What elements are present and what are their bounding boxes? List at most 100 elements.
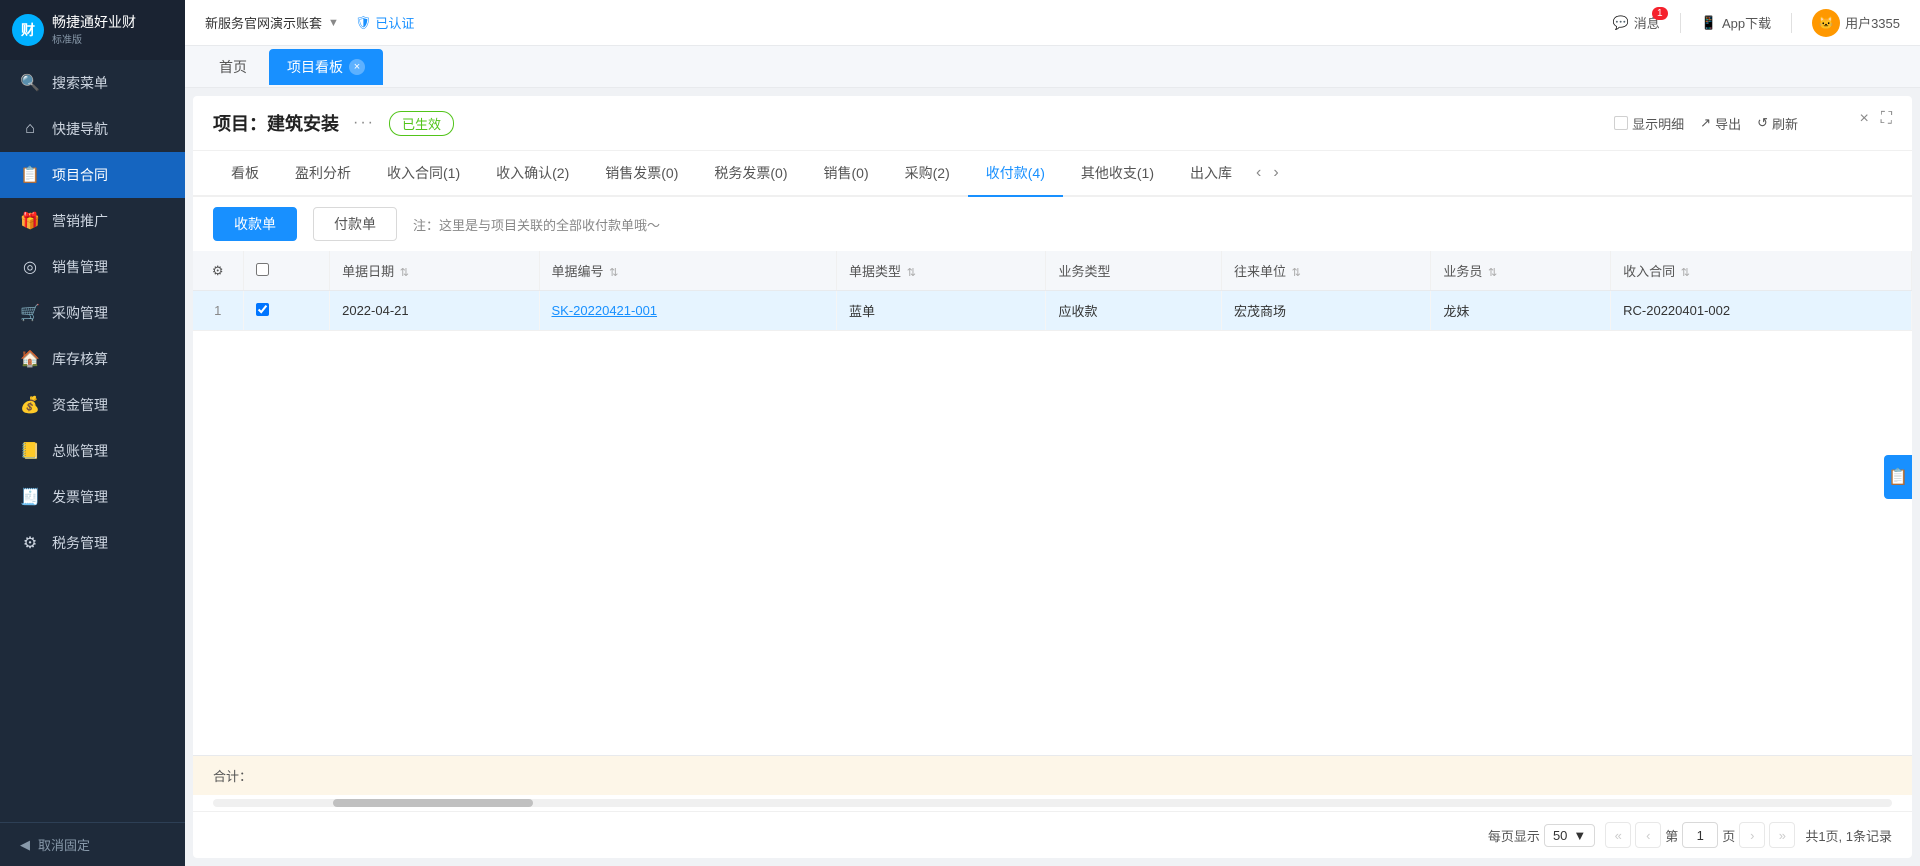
- sidebar-item-invoice-label: 发票管理: [52, 487, 108, 507]
- sub-nav-inout-label: 出入库: [1190, 165, 1232, 181]
- settings-icon[interactable]: ⚙: [212, 263, 224, 278]
- sidebar-item-quicknav[interactable]: ⌂ 快捷导航: [0, 106, 185, 152]
- sidebar-unpin[interactable]: ◀ 取消固定: [0, 822, 185, 866]
- account-selector[interactable]: 新服务官网演示账套 ▼: [205, 13, 339, 32]
- pagination: 每页显示 50 ▼ « ‹ 第 页 › » 共1页, 1条记录: [193, 811, 1912, 858]
- sub-nav-sales[interactable]: 销售(0): [806, 151, 887, 197]
- sidebar-item-invoice[interactable]: 🧾 发票管理: [0, 474, 185, 520]
- prev-page-btn[interactable]: ‹: [1635, 822, 1661, 848]
- sidebar-item-inventory[interactable]: 🏠 库存核算: [0, 336, 185, 382]
- sub-nav-income-contract[interactable]: 收入合同(1): [369, 151, 478, 197]
- payment-tab[interactable]: 付款单: [313, 207, 397, 241]
- sub-nav-inout[interactable]: 出入库: [1172, 151, 1250, 197]
- last-page-btn[interactable]: »: [1769, 822, 1795, 848]
- checkbox-box[interactable]: [1614, 116, 1628, 130]
- td-number[interactable]: SK-20220421-001: [539, 291, 837, 331]
- sort-number-icon[interactable]: ⇅: [609, 267, 618, 279]
- sub-tabs: 收款单 付款单 注：这里是与项目关联的全部收付款单哦～: [193, 197, 1912, 251]
- sub-nav-income-confirm[interactable]: 收入确认(2): [478, 151, 587, 197]
- horizontal-scrollbar-row: [193, 795, 1912, 811]
- sales-icon: ◎: [20, 257, 40, 277]
- th-partner: 往来单位 ⇅: [1221, 251, 1430, 291]
- nav-arrow-left[interactable]: ‹: [1250, 156, 1267, 190]
- sidebar-item-sales[interactable]: ◎ 销售管理: [0, 244, 185, 290]
- receipt-tab[interactable]: 收款单: [213, 207, 297, 241]
- maximize-window-btn[interactable]: ⛶: [1881, 110, 1892, 128]
- sidebar-item-finance[interactable]: 💰 资金管理: [0, 382, 185, 428]
- sort-doctype-icon[interactable]: ⇅: [907, 267, 916, 279]
- next-page-btn[interactable]: ›: [1739, 822, 1765, 848]
- page-nav: « ‹ 第 页 › »: [1605, 822, 1795, 848]
- sidebar-item-quicknav-label: 快捷导航: [52, 119, 108, 139]
- sub-nav-sales-invoice[interactable]: 销售发票(0): [587, 151, 696, 197]
- td-checkbox[interactable]: [243, 291, 330, 331]
- refresh-button[interactable]: ↺ 刷新: [1757, 114, 1798, 133]
- sort-date-icon[interactable]: ⇅: [400, 267, 409, 279]
- sub-nav-tax-invoice[interactable]: 税务发票(0): [696, 151, 805, 197]
- th-biz-type-label: 业务类型: [1058, 264, 1110, 279]
- header-actions: 显示明细 ↗ 导出 ↺ 刷新: [1614, 114, 1798, 133]
- inventory-icon: 🏠: [20, 349, 40, 369]
- tab-close-btn[interactable]: ×: [349, 59, 365, 75]
- certified-label: 已认证: [375, 13, 414, 32]
- th-partner-label: 往来单位: [1234, 264, 1286, 279]
- sidebar-item-tax[interactable]: ⚙ 税务管理: [0, 520, 185, 566]
- close-window-btn[interactable]: ×: [1859, 110, 1868, 128]
- row-checkbox[interactable]: [256, 303, 269, 316]
- messages-btn[interactable]: 💬 消息 1: [1613, 13, 1660, 32]
- sidebar-item-marketing[interactable]: 🎁 营销推广: [0, 198, 185, 244]
- sub-nav-purchase[interactable]: 采购(2): [887, 151, 968, 197]
- sub-nav-income-contract-label: 收入合同(1): [387, 165, 460, 181]
- content-area: 项目：建筑安装 ··· 已生效 显示明细 ↗ 导出 ↺ 刷新: [193, 96, 1912, 858]
- sub-nav-profit[interactable]: 盈利分析: [277, 151, 369, 197]
- th-settings[interactable]: ⚙: [193, 251, 243, 291]
- table-footer: 合计：: [193, 755, 1912, 795]
- th-salesman-label: 业务员: [1443, 264, 1482, 279]
- unpin-label: 取消固定: [38, 835, 90, 854]
- first-page-btn[interactable]: «: [1605, 822, 1631, 848]
- sort-salesman-icon[interactable]: ⇅: [1488, 267, 1497, 279]
- sub-nav-payment[interactable]: 收付款(4): [968, 151, 1063, 197]
- sub-nav-kanban[interactable]: 看板: [213, 151, 277, 197]
- sub-nav-other-label: 其他收支(1): [1081, 165, 1154, 181]
- sidebar-item-marketing-label: 营销推广: [52, 211, 108, 231]
- export-icon: ↗: [1700, 115, 1711, 131]
- right-panel-toggle[interactable]: 📋: [1884, 455, 1912, 499]
- user-menu-btn[interactable]: 🐱 用户3355: [1812, 9, 1900, 37]
- app-download-btn[interactable]: 📱 App下载: [1701, 13, 1771, 32]
- nav-arrow-right[interactable]: ›: [1267, 156, 1284, 190]
- tab-project-board-label: 项目看板: [287, 57, 343, 77]
- topbar-divider2: [1791, 13, 1792, 33]
- scrollbar-thumb[interactable]: [333, 799, 533, 807]
- data-table: ⚙ 单据日期 ⇅ 单据编号 ⇅: [193, 251, 1912, 331]
- show-detail-checkbox[interactable]: 显示明细: [1614, 114, 1684, 133]
- more-button[interactable]: ···: [353, 114, 375, 132]
- select-all-checkbox[interactable]: [256, 263, 269, 276]
- sidebar-item-inventory-label: 库存核算: [52, 349, 108, 369]
- page-size-dropdown[interactable]: 50 ▼: [1544, 824, 1595, 847]
- sub-nav-other[interactable]: 其他收支(1): [1063, 151, 1172, 197]
- page-size-select: 每页显示 50 ▼: [1488, 824, 1595, 847]
- scrollbar-track[interactable]: [213, 799, 1892, 807]
- table-wrap: ⚙ 单据日期 ⇅ 单据编号 ⇅: [193, 251, 1912, 755]
- page-number-input[interactable]: [1682, 822, 1718, 848]
- sub-nav-income-confirm-label: 收入确认(2): [496, 165, 569, 181]
- sort-contract-icon[interactable]: ⇅: [1681, 267, 1690, 279]
- sort-partner-icon[interactable]: ⇅: [1292, 267, 1301, 279]
- th-number: 单据编号 ⇅: [539, 251, 837, 291]
- home-icon: ⌂: [20, 120, 40, 138]
- tab-home[interactable]: 首页: [201, 49, 265, 85]
- export-button[interactable]: ↗ 导出: [1700, 114, 1741, 133]
- th-checkbox[interactable]: [243, 251, 330, 291]
- sidebar-item-search[interactable]: 🔍 搜索菜单: [0, 60, 185, 106]
- sidebar-item-purchase[interactable]: 🛒 采购管理: [0, 290, 185, 336]
- sidebar-item-contract[interactable]: 📋 项目合同: [0, 152, 185, 198]
- td-partner: 宏茂商场: [1221, 291, 1430, 331]
- sub-nav-sales-label: 销售(0): [824, 165, 869, 181]
- project-title: 项目：建筑安装: [213, 110, 339, 136]
- tax-icon: ⚙: [20, 533, 40, 553]
- td-biz-type: 应收款: [1046, 291, 1222, 331]
- doc-number-link[interactable]: SK-20220421-001: [552, 303, 658, 318]
- sidebar-item-ledger[interactable]: 📒 总账管理: [0, 428, 185, 474]
- tab-project-board[interactable]: 项目看板 ×: [269, 49, 383, 85]
